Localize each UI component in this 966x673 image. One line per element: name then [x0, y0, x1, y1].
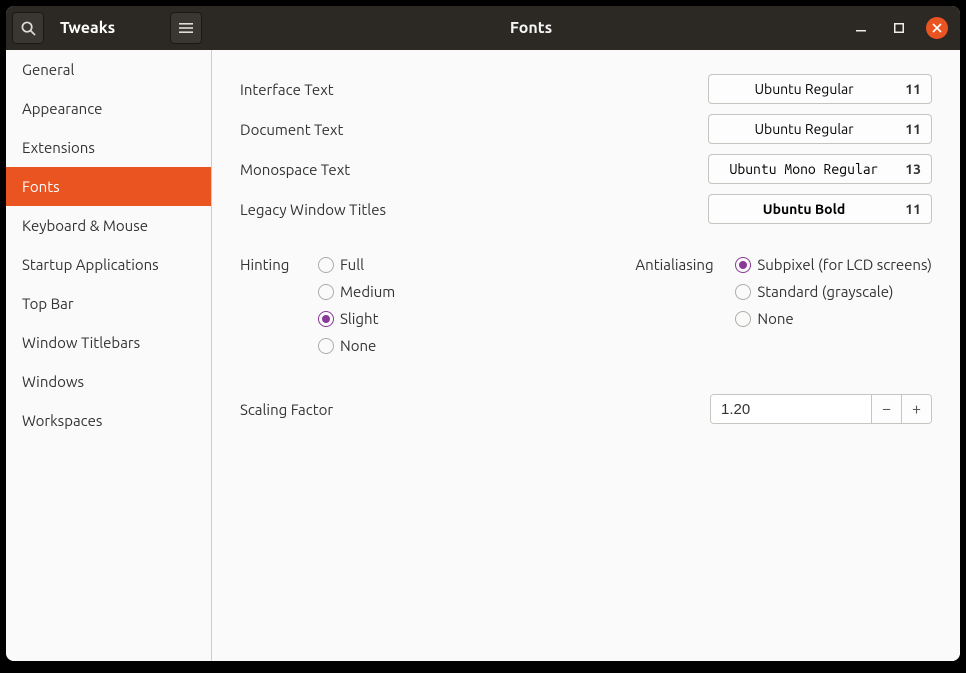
sidebar-item-extensions[interactable]: Extensions [6, 128, 211, 167]
radio-dot-icon [322, 315, 330, 323]
sidebar-item-label: Fonts [22, 178, 60, 195]
app-title: Tweaks [60, 19, 170, 37]
radio-label: Full [340, 256, 364, 273]
radio-label: Standard (grayscale) [757, 283, 893, 300]
hinting-option-slight[interactable]: Slight [318, 310, 395, 327]
antialiasing-group: Antialiasing Subpixel (for LCD screens)S… [635, 256, 932, 354]
radio-section: Hinting Full Medium Slight None Antialiasin… [240, 256, 932, 354]
radio-circle-icon [318, 311, 334, 327]
close-button[interactable] [926, 17, 948, 39]
radio-circle-icon [735, 311, 751, 327]
minimize-button[interactable] [850, 17, 872, 39]
scaling-row: Scaling Factor − + [240, 394, 932, 424]
close-icon [932, 23, 942, 33]
radio-circle-icon [735, 284, 751, 300]
scaling-input[interactable] [711, 395, 871, 423]
radio-label: Subpixel (for LCD screens) [757, 256, 932, 273]
font-button-interface[interactable]: Ubuntu Regular 11 [708, 74, 932, 104]
radio-circle-icon [318, 257, 334, 273]
tweaks-window: Tweaks Fonts General Appearance Extensions… [6, 6, 960, 661]
font-size: 13 [901, 161, 921, 177]
body-area: General Appearance Extensions Fonts Keyboard… [6, 50, 960, 661]
antialiasing-option-subpixel-for-lcd-screens[interactable]: Subpixel (for LCD screens) [735, 256, 932, 273]
radio-label: None [340, 337, 376, 354]
search-icon [21, 21, 36, 36]
sidebar: General Appearance Extensions Fonts Keyboard… [6, 50, 212, 661]
hinting-option-medium[interactable]: Medium [318, 283, 395, 300]
hinting-option-full[interactable]: Full [318, 256, 395, 273]
antialiasing-options: Subpixel (for LCD screens) Standard (gray… [735, 256, 932, 354]
hinting-label: Hinting [240, 256, 318, 354]
font-row-monospace: Monospace Text Ubuntu Mono Regular 13 [240, 154, 932, 184]
minimize-icon [856, 23, 866, 33]
maximize-icon [894, 23, 904, 33]
radio-circle-icon [318, 284, 334, 300]
sidebar-item-label: Windows [22, 373, 84, 390]
titlebar-left: Tweaks [6, 12, 212, 44]
sidebar-item-general[interactable]: General [6, 50, 211, 89]
maximize-button[interactable] [888, 17, 910, 39]
sidebar-item-windows[interactable]: Windows [6, 362, 211, 401]
font-size: 11 [901, 121, 921, 137]
hinting-group: Hinting Full Medium Slight None [240, 256, 395, 354]
font-label-legacy: Legacy Window Titles [240, 201, 708, 218]
scaling-spinner: − + [710, 394, 932, 424]
font-row-interface: Interface Text Ubuntu Regular 11 [240, 74, 932, 104]
sidebar-item-label: Workspaces [22, 412, 102, 429]
scaling-decrease-button[interactable]: − [871, 395, 901, 423]
sidebar-item-label: Appearance [22, 100, 102, 117]
font-button-document[interactable]: Ubuntu Regular 11 [708, 114, 932, 144]
plus-icon: + [912, 400, 921, 418]
font-name: Ubuntu Bold [719, 201, 889, 217]
hamburger-icon [179, 21, 193, 35]
sidebar-item-appearance[interactable]: Appearance [6, 89, 211, 128]
antialiasing-option-standard-grayscale[interactable]: Standard (grayscale) [735, 283, 932, 300]
sidebar-item-label: Startup Applications [22, 256, 159, 273]
font-label-interface: Interface Text [240, 81, 708, 98]
radio-label: Slight [340, 310, 379, 327]
hinting-option-none[interactable]: None [318, 337, 395, 354]
window-controls [850, 17, 960, 39]
sidebar-item-keyboard-mouse[interactable]: Keyboard & Mouse [6, 206, 211, 245]
search-button[interactable] [12, 12, 44, 44]
sidebar-item-startup-applications[interactable]: Startup Applications [6, 245, 211, 284]
sidebar-item-label: General [22, 61, 74, 78]
font-button-monospace[interactable]: Ubuntu Mono Regular 13 [708, 154, 932, 184]
sidebar-item-workspaces[interactable]: Workspaces [6, 401, 211, 440]
radio-circle-icon [735, 257, 751, 273]
hinting-options: Full Medium Slight None [318, 256, 395, 354]
sidebar-item-window-titlebars[interactable]: Window Titlebars [6, 323, 211, 362]
font-name: Ubuntu Mono Regular [719, 161, 889, 177]
font-row-document: Document Text Ubuntu Regular 11 [240, 114, 932, 144]
radio-dot-icon [739, 261, 747, 269]
font-row-legacy: Legacy Window Titles Ubuntu Bold 11 [240, 194, 932, 224]
font-label-document: Document Text [240, 121, 708, 138]
scaling-label: Scaling Factor [240, 401, 710, 418]
page-title: Fonts [212, 19, 850, 37]
minus-icon: − [882, 400, 891, 418]
radio-label: Medium [340, 283, 395, 300]
radio-label: None [757, 310, 793, 327]
radio-circle-icon [318, 338, 334, 354]
font-size: 11 [901, 201, 921, 217]
sidebar-item-label: Extensions [22, 139, 95, 156]
scaling-increase-button[interactable]: + [901, 395, 931, 423]
sidebar-item-fonts[interactable]: Fonts [6, 167, 211, 206]
font-name: Ubuntu Regular [719, 81, 889, 97]
sidebar-item-label: Window Titlebars [22, 334, 140, 351]
antialiasing-option-none[interactable]: None [735, 310, 932, 327]
font-size: 11 [901, 81, 921, 97]
sidebar-item-label: Top Bar [22, 295, 74, 312]
titlebar: Tweaks Fonts [6, 6, 960, 50]
hamburger-menu-button[interactable] [170, 12, 202, 44]
sidebar-item-top-bar[interactable]: Top Bar [6, 284, 211, 323]
font-label-monospace: Monospace Text [240, 161, 708, 178]
font-name: Ubuntu Regular [719, 121, 889, 137]
content-panel: Interface Text Ubuntu Regular 11 Documen… [212, 50, 960, 661]
font-button-legacy[interactable]: Ubuntu Bold 11 [708, 194, 932, 224]
sidebar-item-label: Keyboard & Mouse [22, 217, 148, 234]
antialiasing-label: Antialiasing [635, 256, 735, 354]
